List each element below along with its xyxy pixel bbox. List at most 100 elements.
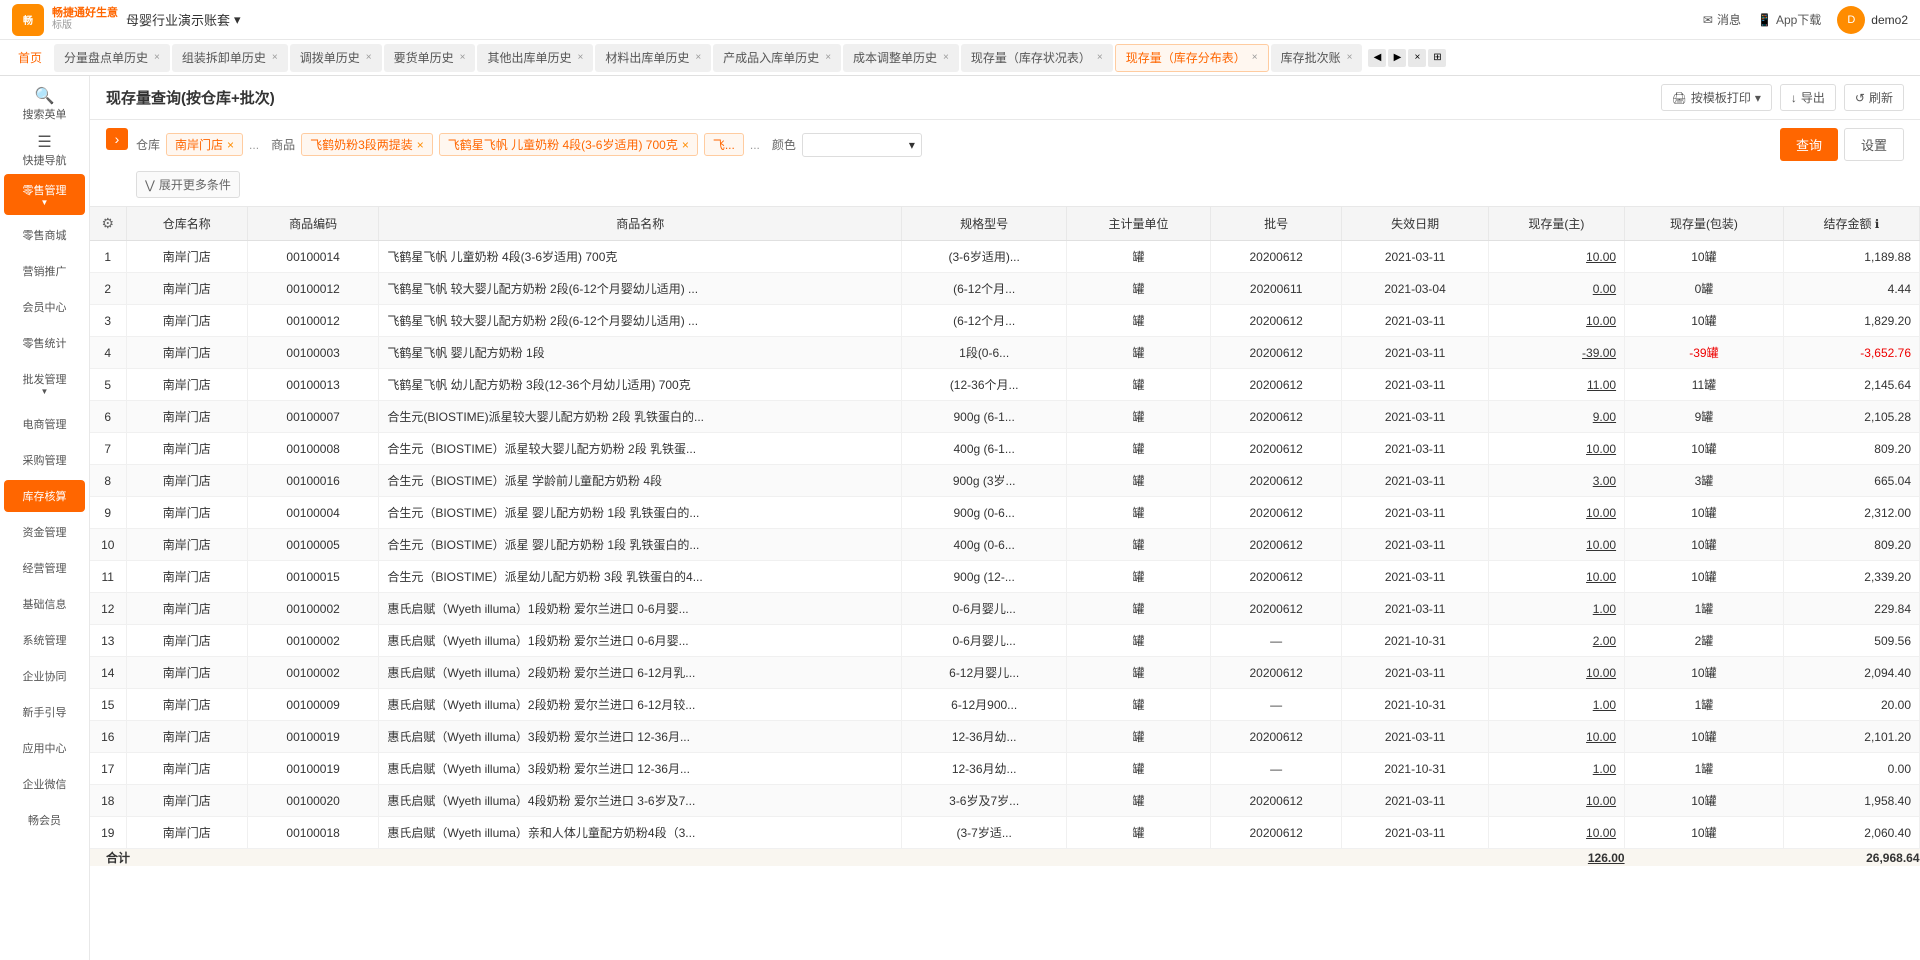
cell-warehouse: 南岸门店 [126,657,247,689]
product-tag-1-remove[interactable]: × [417,138,424,152]
sidebar-item-retail-stat[interactable]: 零售统计 [4,327,85,359]
cell-stock-main[interactable]: 10.00 [1488,433,1624,465]
product-tag-1[interactable]: 飞鹤奶粉3段两提装 × [301,133,433,156]
product-tag-2-remove[interactable]: × [682,138,689,152]
cell-stock-main[interactable]: 1.00 [1488,689,1624,721]
warehouse-tag[interactable]: 南岸门店 × [166,133,243,156]
tab-other-out[interactable]: 其他出库单历史× [477,44,593,72]
cell-stock-pkg: 10罐 [1625,529,1784,561]
sidebar-item-wholesale[interactable]: 批发管理 ▼ [4,363,85,404]
sidebar-item-inventory[interactable]: 库存核算 [4,480,85,512]
cell-code: 00100002 [247,625,378,657]
cell-unit: 罐 [1067,657,1211,689]
cell-stock-main[interactable]: 10.00 [1488,721,1624,753]
tab-nav-right[interactable]: ▶ [1388,49,1406,67]
sidebar-item-retail-shop[interactable]: 零售商城 [4,219,85,251]
btn-query[interactable]: 查询 [1780,128,1838,161]
app-download-btn[interactable]: 📱 App下载 [1757,11,1821,28]
message-btn[interactable]: ✉ 消息 [1703,11,1741,28]
cell-balance: 809.20 [1783,433,1919,465]
btn-export[interactable]: ↓ 导出 [1780,84,1836,111]
cell-expire: 2021-10-31 [1342,625,1488,657]
cell-stock-main[interactable]: 10.00 [1488,305,1624,337]
cell-name: 惠氏启赋（Wyeth illuma）3段奶粉 爱尔兰进口 12-36月... [379,721,902,753]
cell-expire: 2021-03-11 [1342,305,1488,337]
tab-stir[interactable]: 调拨单历史× [290,44,382,72]
expand-more-btn[interactable]: ⋁ 展开更多条件 [136,171,240,198]
tab-home[interactable]: 首页 [8,44,52,72]
tab-disassemble[interactable]: 组装拆卸单历史× [172,44,288,72]
cell-balance: -3,652.76 [1783,337,1919,369]
tab-product-in[interactable]: 产成品入库单历史× [713,44,841,72]
color-input[interactable]: ▾ [802,133,922,157]
product-dots[interactable]: ... [750,138,760,152]
btn-setting[interactable]: 设置 [1844,128,1904,161]
sidebar-item-retail[interactable]: 零售管理 ▼ [4,174,85,215]
sidebar-item-base-info[interactable]: 基础信息 [4,588,85,620]
tab-batch[interactable]: 库存批次账× [1271,44,1363,72]
tab-split[interactable]: 分量盘点单历史× [54,44,170,72]
sidebar-search[interactable]: 🔍 搜索英单 [0,80,89,128]
cell-stock-main[interactable]: 9.00 [1488,401,1624,433]
cell-stock-main[interactable]: 10.00 [1488,657,1624,689]
sidebar-item-guide[interactable]: 新手引导 [4,696,85,728]
sidebar-item-purchase[interactable]: 采购管理 [4,444,85,476]
tab-nav-left[interactable]: ◀ [1368,49,1386,67]
tab-more-btn[interactable]: ⊞ [1428,49,1446,67]
cell-balance: 2,339.20 [1783,561,1919,593]
cell-warehouse: 南岸门店 [126,529,247,561]
sidebar-item-finance[interactable]: 资金管理 [4,516,85,548]
filter-expand-btn[interactable]: › [106,128,128,150]
cell-stock-main[interactable]: 11.00 [1488,369,1624,401]
cell-stock-main[interactable]: -39.00 [1488,337,1624,369]
cell-batch: 20200612 [1210,401,1341,433]
tab-close-btn[interactable]: × [1408,49,1426,67]
cell-spec: 900g (0-6... [902,497,1067,529]
sidebar-item-app-center[interactable]: 应用中心 [4,732,85,764]
user-area[interactable]: D demo2 [1837,6,1908,34]
cell-balance: 2,145.64 [1783,369,1919,401]
btn-print[interactable]: 🖨 按模板打印 ▾ [1661,84,1772,111]
tab-stock-status[interactable]: 现存量（库存状况表）× [961,44,1113,72]
sidebar-item-member[interactable]: 会员中心 [4,291,85,323]
warehouse-remove-btn[interactable]: × [227,138,234,152]
sidebar-item-operation[interactable]: 经营管理 [4,552,85,584]
tab-cost-adjust[interactable]: 成本调整单历史× [843,44,959,72]
cell-stock-main[interactable]: 10.00 [1488,561,1624,593]
sidebar-nav[interactable]: ☰ 快捷导航 [0,128,89,172]
cell-batch: 20200612 [1210,657,1341,689]
cell-stock-main[interactable]: 0.00 [1488,273,1624,305]
sidebar-item-enterprise[interactable]: 企业协同 [4,660,85,692]
cell-stock-main[interactable]: 1.00 [1488,753,1624,785]
tab-material-out[interactable]: 材料出库单历史× [595,44,711,72]
product-more[interactable]: 飞... [704,133,744,156]
sidebar-item-sys[interactable]: 系统管理 [4,624,85,656]
content-area: 现存量查询(按仓库+批次) 🖨 按模板打印 ▾ ↓ 导出 ↺ 刷新 [90,76,1920,960]
sidebar-item-wechat[interactable]: 企业微信 [4,768,85,800]
cell-stock-main[interactable]: 10.00 [1488,785,1624,817]
cell-stock-main[interactable]: 10.00 [1488,817,1624,849]
cell-stock-main[interactable]: 10.00 [1488,529,1624,561]
cell-stock-main[interactable]: 1.00 [1488,593,1624,625]
tab-stock-dist[interactable]: 现存量（库存分布表）× [1115,44,1269,72]
cell-stock-main[interactable]: 3.00 [1488,465,1624,497]
user-avatar: D [1837,6,1865,34]
header-right: ✉ 消息 📱 App下载 D demo2 [1703,6,1908,34]
cell-num: 5 [90,369,126,401]
sidebar-item-marketing[interactable]: 营销推广 [4,255,85,287]
tab-require[interactable]: 要货单历史× [384,44,476,72]
account-dropdown[interactable]: 母婴行业演示账套 ▾ [126,10,241,29]
warehouse-more[interactable]: ... [249,138,259,152]
sidebar-item-member2[interactable]: 畅会员 [4,804,85,836]
cell-stock-main[interactable]: 10.00 [1488,497,1624,529]
sidebar-item-ecommerce[interactable]: 电商管理 [4,408,85,440]
btn-refresh[interactable]: ↺ 刷新 [1844,84,1904,111]
cell-stock-pkg: 10罐 [1625,721,1784,753]
cell-stock-main[interactable]: 2.00 [1488,625,1624,657]
cell-expire: 2021-03-11 [1342,817,1488,849]
cell-stock-main[interactable]: 10.00 [1488,241,1624,273]
th-balance: 结存金额 ℹ [1783,207,1919,241]
cell-balance: 665.04 [1783,465,1919,497]
column-settings-icon[interactable]: ⚙ [101,215,114,231]
product-tag-2[interactable]: 飞鹤星飞帆 儿童奶粉 4段(3-6岁适用) 700克 × [439,133,698,156]
